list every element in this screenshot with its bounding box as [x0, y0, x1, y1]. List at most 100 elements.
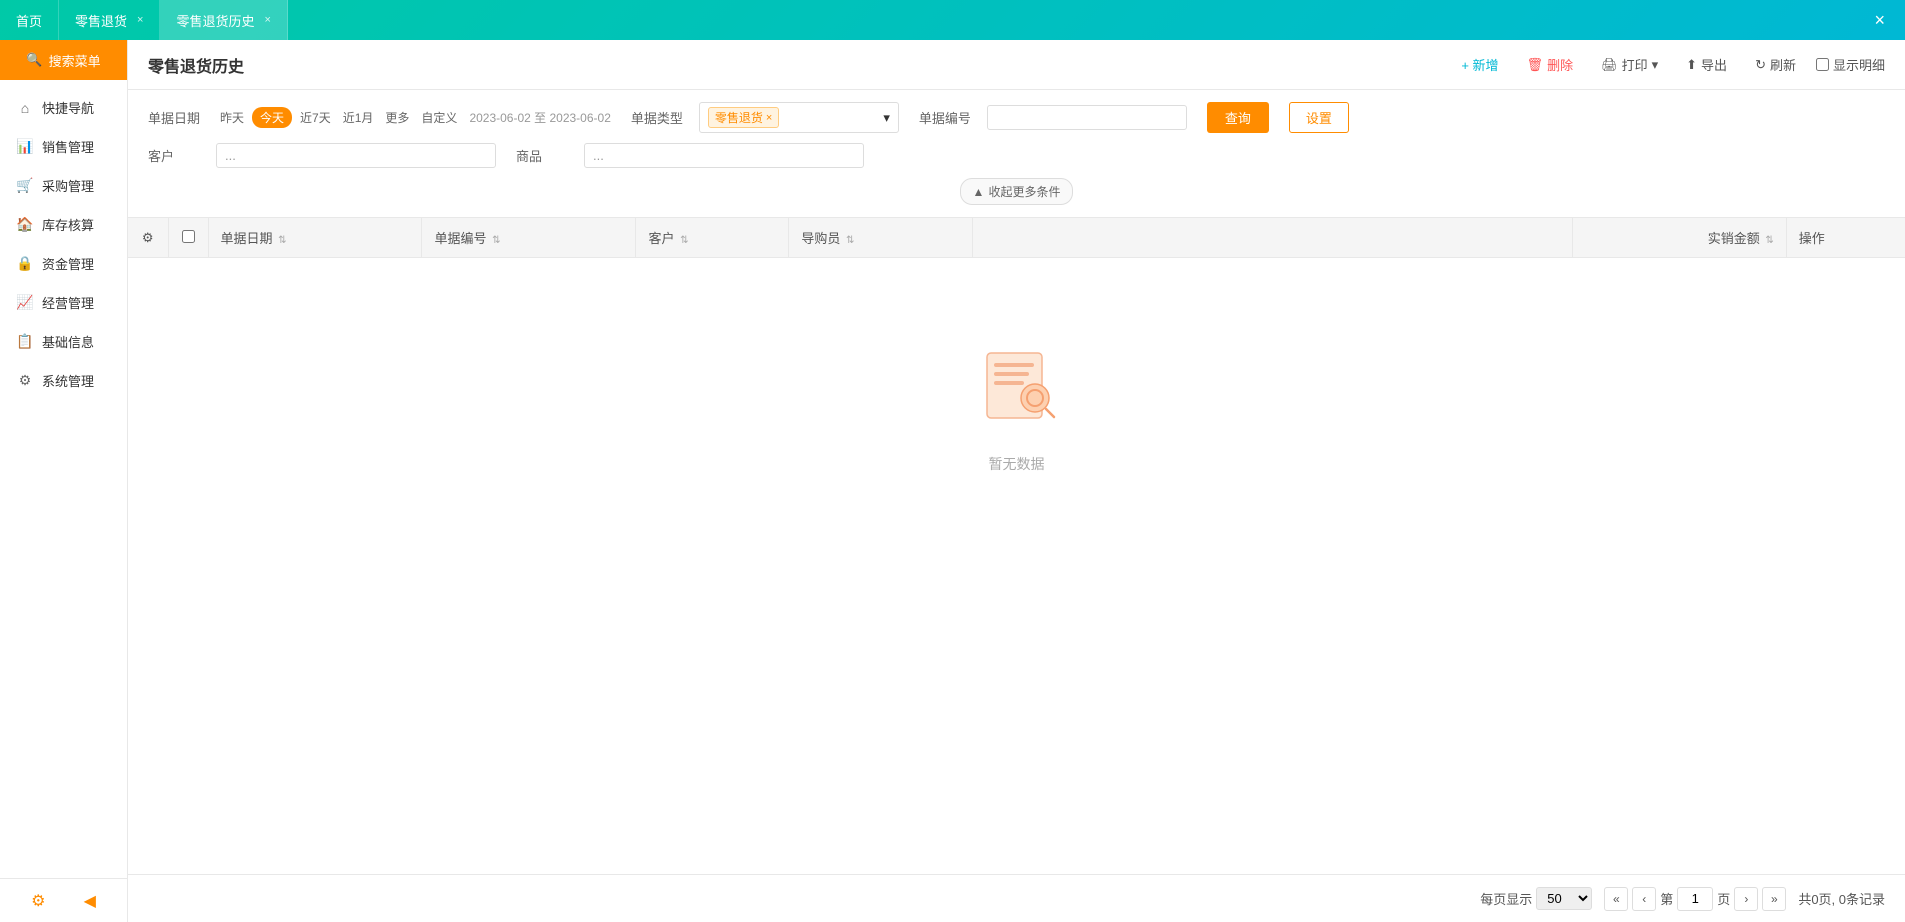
close-retail-return-tab[interactable]: × [137, 14, 143, 26]
type-filter-label: 单据类型 [631, 108, 691, 127]
settings-bottom-icon[interactable]: ⚙ [31, 891, 45, 911]
date-btn-1month[interactable]: 近1月 [339, 107, 378, 128]
sales-icon: 📊 [16, 138, 34, 156]
number-filter: 单据编号 [919, 105, 1187, 130]
finance-icon: 🔒 [16, 255, 34, 273]
date-range-display: 2023-06-02 至 2023-06-02 [469, 109, 610, 126]
collapse-label: 收起更多条件 [988, 183, 1060, 200]
date-buttons: 昨天 今天 近7天 近1月 更多 自定义 [216, 107, 461, 128]
th-customer[interactable]: 客户 ⇅ [636, 218, 789, 258]
close-retail-return-history-tab[interactable]: × [264, 14, 270, 26]
main-layout: 🔍 搜索菜单 ⌂ 快捷导航 📊 销售管理 🛒 采购管理 🏠 库存核算 🔒 [0, 40, 1905, 922]
query-button[interactable]: 查询 [1207, 102, 1269, 133]
empty-state: 暂无数据 [128, 258, 1905, 554]
th-number[interactable]: 单据编号 ⇅ [422, 218, 636, 258]
th-amount[interactable]: 实销金额 ⇅ [1572, 218, 1786, 258]
th-guide[interactable]: 导购员 ⇅ [789, 218, 972, 258]
new-button[interactable]: + 新增 [1453, 51, 1506, 78]
sidebar-item-quick-nav[interactable]: ⌂ 快捷导航 [0, 88, 127, 127]
sidebar-item-basic-info[interactable]: 📋 基础信息 [0, 322, 127, 361]
th-date[interactable]: 单据日期 ⇅ [208, 218, 422, 258]
table-area: ⚙ 单据日期 ⇅ 单据编号 ⇅ [128, 218, 1905, 874]
refresh-button[interactable]: ↻ 刷新 [1747, 51, 1804, 78]
pagination-bar: 每页显示 10 20 50 100 « ‹ 第 页 › » 共0页, 0条记录 [128, 874, 1905, 922]
number-input[interactable] [987, 105, 1187, 130]
window-close-button[interactable]: × [1866, 10, 1893, 31]
delete-button[interactable]: 🗑 删除 [1519, 51, 1582, 78]
sidebar-item-sales-mgmt[interactable]: 📊 销售管理 [0, 127, 127, 166]
th-spacer [972, 218, 1572, 258]
date-filter-label: 单据日期 [148, 108, 208, 127]
sidebar-item-label: 系统管理 [42, 371, 94, 390]
th-checkbox[interactable] [168, 218, 208, 258]
sort-guide-icon: ⇅ [846, 235, 854, 246]
sidebar-search[interactable]: 🔍 搜索菜单 [0, 40, 127, 80]
type-tag: 零售退货 × [708, 107, 779, 128]
sidebar-item-operation-mgmt[interactable]: 📈 经营管理 [0, 283, 127, 322]
first-page-button[interactable]: « [1604, 887, 1628, 911]
date-btn-7days[interactable]: 近7天 [296, 107, 335, 128]
date-filter: 单据日期 昨天 今天 近7天 近1月 更多 自定义 2023-06-02 至 2… [148, 107, 611, 128]
page-total: 共0页, 0条记录 [1798, 889, 1885, 908]
tab-retail-return-history[interactable]: 零售退货历史 × [160, 0, 287, 40]
tab-list: 首页 零售退货 × 零售退货历史 × [0, 0, 1866, 40]
th-settings[interactable]: ⚙ [128, 218, 168, 258]
print-dropdown-icon: ▾ [1652, 57, 1659, 73]
goods-filter-label: 商品 [516, 146, 576, 165]
content-area: 零售退货历史 + 新增 🗑 删除 🖨 打印 ▾ ⬆ 导出 ↻ [128, 40, 1905, 922]
date-btn-custom[interactable]: 自定义 [417, 107, 461, 128]
type-dropdown-icon[interactable]: ▾ [883, 110, 890, 126]
collapse-sidebar-icon[interactable]: ◀ [84, 891, 96, 911]
last-page-button[interactable]: » [1762, 887, 1786, 911]
page-header: 零售退货历史 + 新增 🗑 删除 🖨 打印 ▾ ⬆ 导出 ↻ [128, 40, 1905, 90]
show-detail-checkbox[interactable]: 显示明细 [1816, 55, 1885, 74]
customer-select[interactable]: ... [216, 143, 496, 168]
settings-button[interactable]: 设置 [1289, 102, 1349, 133]
empty-text: 暂无数据 [989, 454, 1045, 474]
tab-retail-return[interactable]: 零售退货 × [59, 0, 160, 40]
sidebar-bottom: ⚙ ◀ [0, 878, 127, 922]
select-all-checkbox[interactable] [182, 230, 195, 243]
sidebar-item-system-mgmt[interactable]: ⚙ 系统管理 [0, 361, 127, 400]
print-button[interactable]: 🖨 打印 ▾ [1593, 51, 1666, 78]
sidebar-item-label: 快捷导航 [42, 98, 94, 117]
type-filter: 单据类型 零售退货 × ▾ [631, 102, 899, 133]
type-select[interactable]: 零售退货 × ▾ [699, 102, 899, 133]
prev-page-button[interactable]: ‹ [1632, 887, 1656, 911]
purchase-icon: 🛒 [16, 177, 34, 195]
refresh-icon: ↻ [1755, 57, 1766, 73]
sort-date-icon: ⇅ [278, 235, 286, 246]
next-page-button[interactable]: › [1734, 887, 1758, 911]
sidebar-item-inventory[interactable]: 🏠 库存核算 [0, 205, 127, 244]
page-title: 零售退货历史 [148, 53, 244, 77]
type-tag-close[interactable]: × [766, 112, 772, 124]
filter-area: 单据日期 昨天 今天 近7天 近1月 更多 自定义 2023-06-02 至 2… [128, 90, 1905, 218]
show-detail-input[interactable] [1816, 58, 1829, 71]
per-page-dropdown[interactable]: 10 20 50 100 [1536, 887, 1592, 910]
filter-row-1: 单据日期 昨天 今天 近7天 近1月 更多 自定义 2023-06-02 至 2… [148, 102, 1885, 133]
page-number-input[interactable] [1677, 887, 1713, 911]
export-icon: ⬆ [1686, 57, 1697, 73]
customer-filter: 客户 ... [148, 143, 496, 168]
collapse-filter-button[interactable]: ▲ 收起更多条件 [960, 178, 1074, 205]
date-btn-more[interactable]: 更多 [381, 107, 413, 128]
sidebar-item-purchase-mgmt[interactable]: 🛒 采购管理 [0, 166, 127, 205]
filter-row-2: 客户 ... 商品 ... [148, 143, 1885, 168]
sidebar-item-label: 销售管理 [42, 137, 94, 156]
header-actions: + 新增 🗑 删除 🖨 打印 ▾ ⬆ 导出 ↻ 刷新 [1453, 51, 1885, 78]
settings-icon[interactable]: ⚙ [142, 230, 154, 245]
tab-home[interactable]: 首页 [0, 0, 59, 40]
operation-icon: 📈 [16, 294, 34, 312]
sidebar-menu: ⌂ 快捷导航 📊 销售管理 🛒 采购管理 🏠 库存核算 🔒 资金管理 📈 [0, 80, 127, 878]
table-header-row: ⚙ 单据日期 ⇅ 单据编号 ⇅ [128, 218, 1905, 258]
date-btn-yesterday[interactable]: 昨天 [216, 107, 248, 128]
per-page-label: 每页显示 [1480, 889, 1532, 908]
date-btn-today[interactable]: 今天 [252, 107, 292, 128]
sidebar-item-finance-mgmt[interactable]: 🔒 资金管理 [0, 244, 127, 283]
goods-filter: 商品 ... [516, 143, 864, 168]
show-detail-label: 显示明细 [1833, 55, 1885, 74]
top-bar: 首页 零售退货 × 零售退货历史 × × [0, 0, 1905, 40]
goods-select[interactable]: ... [584, 143, 864, 168]
export-button[interactable]: ⬆ 导出 [1678, 51, 1735, 78]
top-bar-right: × [1866, 10, 1905, 31]
